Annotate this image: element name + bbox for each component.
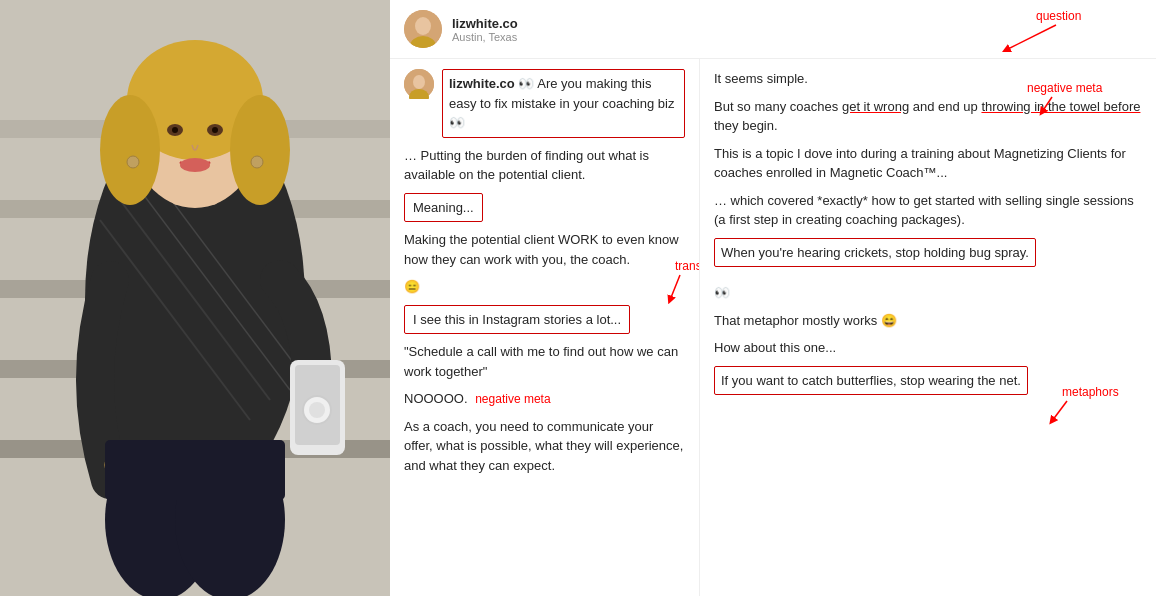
right-line3b: they begin. bbox=[714, 118, 778, 133]
post-username: lizwhite.co bbox=[449, 76, 515, 91]
body4-text: As a coach, you need to communicate your… bbox=[404, 417, 685, 476]
negative-meta-annotation-svg: negative meta bbox=[1022, 77, 1142, 107]
svg-rect-31 bbox=[105, 440, 285, 500]
svg-point-22 bbox=[127, 156, 139, 168]
emoji-eyes-right: 👀 bbox=[714, 283, 1142, 303]
nooooo-text: NOOOOO. negative meta bbox=[404, 389, 685, 409]
butterflies-container: If you want to catch butterflies, stop w… bbox=[714, 366, 1142, 396]
svg-line-35 bbox=[1006, 25, 1056, 50]
svg-point-37 bbox=[413, 75, 425, 89]
meaning-box: Meaning... bbox=[404, 193, 483, 223]
transitions-label: transitions bbox=[675, 259, 700, 273]
svg-point-16 bbox=[230, 95, 290, 205]
post-header: lizwhite.co 👀 Are you making this easy t… bbox=[404, 69, 685, 138]
post-avatar-small bbox=[404, 69, 434, 99]
emoji-mid: 😑 bbox=[404, 277, 685, 297]
svg-point-15 bbox=[100, 95, 160, 205]
metaphor-line: That metaphor mostly works 😄 bbox=[714, 311, 1142, 331]
transitions-annotation-container: Making the potential client WORK to even… bbox=[404, 230, 685, 269]
avatar bbox=[404, 10, 442, 48]
how-about-line: How about this one... bbox=[714, 338, 1142, 358]
main-content: lizwhite.co 👀 Are you making this easy t… bbox=[390, 59, 1156, 596]
ig-header: lizwhite.co Austin, Texas question bbox=[390, 0, 1156, 59]
body1-text: … Putting the burden of finding out what… bbox=[404, 146, 685, 185]
see-this-box: I see this in Instagram stories a lot... bbox=[404, 305, 630, 335]
nooooo-label: NOOOOO. bbox=[404, 391, 468, 406]
svg-point-33 bbox=[415, 17, 431, 35]
transitions-annotation-svg: transitions bbox=[670, 230, 700, 310]
negative-meta-right-label: negative meta bbox=[1027, 81, 1103, 95]
svg-line-39 bbox=[670, 275, 680, 300]
post-username-emoji: 👀 bbox=[518, 76, 537, 91]
svg-point-23 bbox=[251, 156, 263, 168]
metaphors-label: metaphors bbox=[1062, 385, 1119, 399]
right-underline1: get it wrong bbox=[842, 99, 909, 114]
right-para3: … which covered *exactly* how to get sta… bbox=[714, 191, 1142, 230]
crickets-box: When you're hearing crickets, stop holdi… bbox=[714, 238, 1036, 268]
svg-line-41 bbox=[1052, 401, 1067, 421]
right-post-column: It seems simple. negative meta But so ma… bbox=[700, 59, 1156, 596]
metaphors-annotation-svg: metaphors bbox=[1052, 366, 1152, 446]
body2-text: Making the potential client WORK to even… bbox=[404, 230, 685, 269]
content-section: lizwhite.co Austin, Texas question bbox=[390, 0, 1156, 596]
svg-point-20 bbox=[212, 127, 218, 133]
right-line2: But so many coaches bbox=[714, 99, 838, 114]
negative-meta-container: negative meta But so many coaches get it… bbox=[714, 97, 1142, 136]
svg-point-21 bbox=[180, 158, 210, 172]
post-intro-highlighted: lizwhite.co 👀 Are you making this easy t… bbox=[442, 69, 685, 138]
photo-section bbox=[0, 0, 390, 596]
crickets-container: When you're hearing crickets, stop holdi… bbox=[714, 238, 1142, 276]
post-intro-box: lizwhite.co 👀 Are you making this easy t… bbox=[442, 69, 685, 138]
svg-point-27 bbox=[309, 402, 325, 418]
right-para2: This is a topic I dove into during a tra… bbox=[714, 144, 1142, 183]
negative-meta-inline-label: negative meta bbox=[475, 392, 550, 406]
question-label: question bbox=[1036, 9, 1081, 23]
svg-point-19 bbox=[172, 127, 178, 133]
body3-text: "Schedule a call with me to find out how… bbox=[404, 342, 685, 381]
butterflies-box: If you want to catch butterflies, stop w… bbox=[714, 366, 1028, 396]
meaning-label: Meaning... bbox=[413, 200, 474, 215]
left-post-column: lizwhite.co 👀 Are you making this easy t… bbox=[390, 59, 700, 596]
right-line3: and end up bbox=[913, 99, 978, 114]
